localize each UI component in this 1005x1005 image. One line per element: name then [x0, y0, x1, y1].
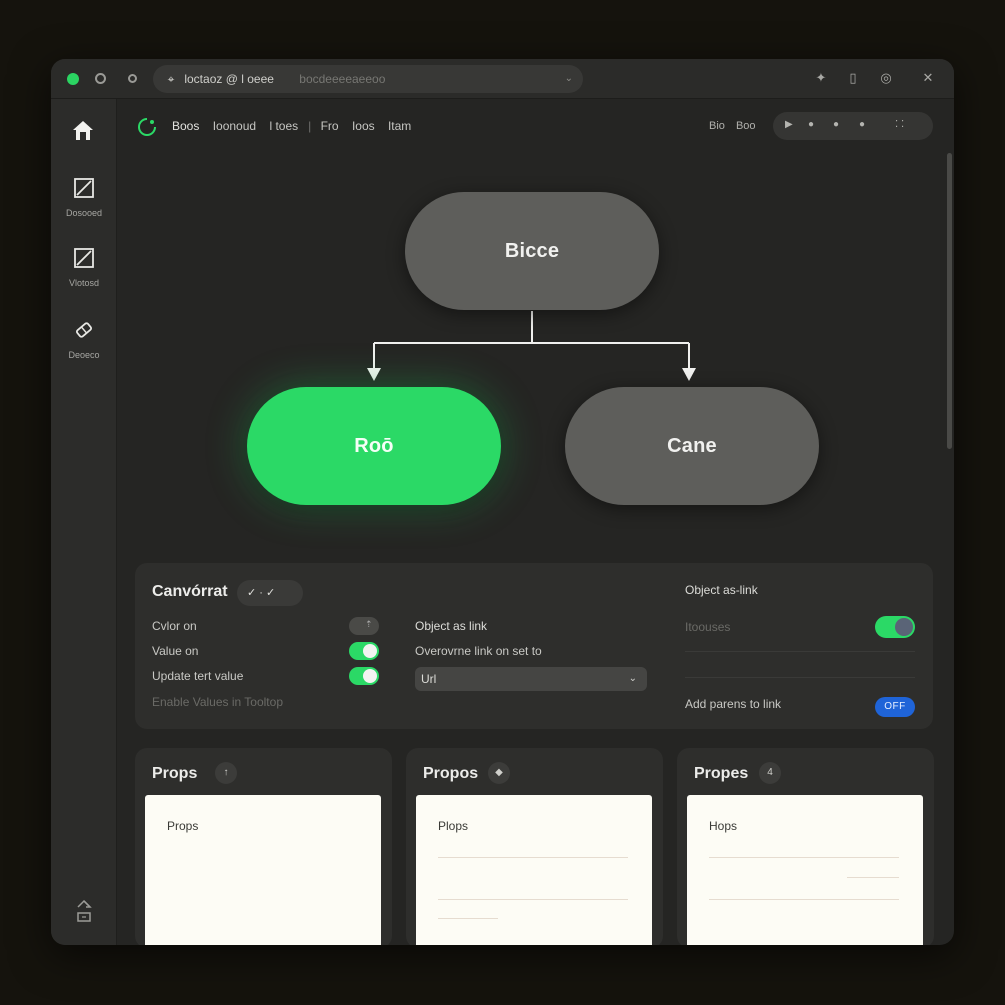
sidebar-item-label: Dosooed [65, 208, 103, 218]
card-sheet[interactable]: Plops [416, 795, 652, 945]
title-bar: ⌖ loctaoz @ l oeee bocdeeeeaeeoo ⌄ ✦ ▯ ◎… [51, 59, 954, 99]
props-card-1: Props ↑ Props [135, 748, 392, 945]
view-control-pill[interactable]: ▶ ● ● ● ⁚ ⁚ [773, 112, 933, 140]
right-row-label-add-params: Add parens to link [685, 697, 782, 711]
sidebar-item-dashboard[interactable]: Dosooed [51, 177, 117, 221]
nav-separator: | [308, 119, 312, 133]
properties-panel: Canvórrat ✓ · ✓ Cvlor on ⇡ Value on Upda… [135, 563, 933, 729]
right-section-header: Object as-link [685, 583, 758, 597]
upload-icon[interactable] [74, 899, 94, 925]
row-label-value: Value on [152, 644, 199, 658]
nav-item-fro[interactable]: Fro [321, 119, 339, 133]
divider [685, 651, 915, 652]
site-icon: ⌖ [167, 72, 175, 86]
card-badge[interactable]: 4 [759, 762, 781, 784]
node-right[interactable]: Cane [565, 387, 819, 505]
sheet-line [709, 899, 899, 900]
row-label-color: Cvlor on [152, 619, 197, 633]
toggle-value[interactable] [349, 642, 379, 660]
brand-logo-icon[interactable] [137, 117, 157, 137]
add-params-toggle[interactable]: OFF [875, 697, 915, 717]
sheet-title: Plops [438, 819, 469, 833]
label-override-link: Overovrne link on set to [415, 644, 542, 658]
nav-item-ioonoud[interactable]: Ioonoud [213, 119, 256, 133]
puzzle-icon[interactable]: ✦ [813, 70, 829, 86]
sheet-line [438, 857, 628, 858]
url-dropdown-icon[interactable]: ⌄ [565, 65, 573, 93]
sheet-line [438, 899, 628, 900]
sidebar-item-views[interactable]: Vlotosd [51, 247, 117, 291]
toggle-object-link[interactable] [875, 616, 915, 638]
right-row-label-houses: Itoouses [685, 620, 731, 634]
right-nav-item-bio[interactable]: Bio [709, 120, 725, 132]
card-title: Propes [694, 765, 749, 782]
more-icon[interactable]: ⁚ ⁚ [895, 119, 904, 130]
card-title: Propos [423, 765, 479, 782]
right-nav: Bio Boo [709, 120, 764, 132]
label-object-as-link: Object as link [415, 619, 488, 633]
select-value: Url [421, 672, 437, 686]
dot-icon[interactable]: ● [859, 119, 865, 130]
toggle-update-text[interactable] [349, 667, 379, 685]
node-left-active[interactable]: Roō [247, 387, 501, 505]
sidebar-item-label: Deoeco [68, 350, 100, 360]
props-card-2: Propos ◆ Plops [406, 748, 663, 945]
top-nav: Boos Ioonoud l toes | Fro Ioos Itam [172, 119, 421, 133]
card-sheet[interactable]: Hops [687, 795, 923, 945]
square-slash-icon [74, 178, 94, 198]
panel-chip-dropdown[interactable]: ✓ · ✓ [237, 580, 303, 606]
nav-item-itam[interactable]: Itam [388, 119, 411, 133]
card-badge[interactable]: ↑ [215, 762, 237, 784]
close-icon[interactable]: ✕ [920, 70, 936, 86]
url-bar[interactable]: ⌖ loctaoz @ l oeee bocdeeeeaeeoo ⌄ [153, 65, 583, 93]
row-label-update-text: Update tert value [152, 669, 244, 683]
props-card-3: Propes 4 Hops [677, 748, 934, 945]
scrollbar-thumb[interactable] [947, 153, 952, 449]
tag-icon [75, 322, 93, 338]
toggle-color[interactable]: ⇡ [349, 617, 379, 635]
nav-item-ioos[interactable]: Ioos [352, 119, 375, 133]
panel-title: Canvórrat [152, 583, 228, 600]
flow-diagram: Bicce Roō Cane [117, 155, 947, 555]
right-nav-item-boo[interactable]: Boo [736, 120, 756, 132]
sheet-title: Props [167, 819, 199, 833]
main-header: Boos Ioonoud l toes | Fro Ioos Itam Bio B… [117, 99, 954, 155]
square-slash-icon [74, 248, 94, 268]
app-window: ⌖ loctaoz @ l oeee bocdeeeeaeeoo ⌄ ✦ ▯ ◎… [51, 59, 954, 945]
window-status-dot[interactable] [67, 73, 79, 85]
arrowhead-left [367, 368, 381, 381]
card-title: Props [152, 765, 198, 782]
row-label-enable-tooltip: Enable Values in Tooltop [152, 695, 283, 709]
node-root[interactable]: Bicce [405, 192, 659, 310]
sidebar-item-label: Vlotosd [68, 278, 100, 288]
arrowhead-right [682, 368, 696, 381]
window-circle-button[interactable] [95, 73, 106, 84]
sheet-line [709, 857, 899, 858]
nav-item-boos[interactable]: Boos [172, 119, 199, 133]
chevron-down-icon: ⌄ [628, 673, 637, 684]
sidebar: Dosooed Vlotosd Deoeco [51, 99, 117, 945]
play-icon[interactable]: ▶ [785, 119, 793, 130]
window-small-circle-button[interactable] [128, 74, 137, 83]
sidebar-item-devices[interactable]: Deoeco [51, 319, 117, 363]
sheet-line [438, 918, 498, 919]
url-text: loctaoz [184, 72, 223, 86]
card-sheet[interactable]: Props [145, 795, 381, 945]
nav-item-toes[interactable]: l toes [269, 119, 298, 133]
dot-icon[interactable]: ● [808, 119, 814, 130]
home-icon[interactable] [71, 119, 95, 143]
bookmark-icon[interactable]: ▯ [845, 70, 861, 86]
link-type-select[interactable]: Url ⌄ [415, 667, 647, 691]
divider [685, 677, 915, 678]
card-badge[interactable]: ◆ [488, 762, 510, 784]
url-extra: @ l oeee [225, 72, 274, 86]
dot-icon[interactable]: ● [833, 119, 839, 130]
sheet-title: Hops [709, 819, 738, 833]
sheet-line [847, 877, 899, 878]
profile-icon[interactable]: ◎ [878, 70, 894, 86]
url-path: bocdeeeeaeeoo [299, 72, 386, 86]
